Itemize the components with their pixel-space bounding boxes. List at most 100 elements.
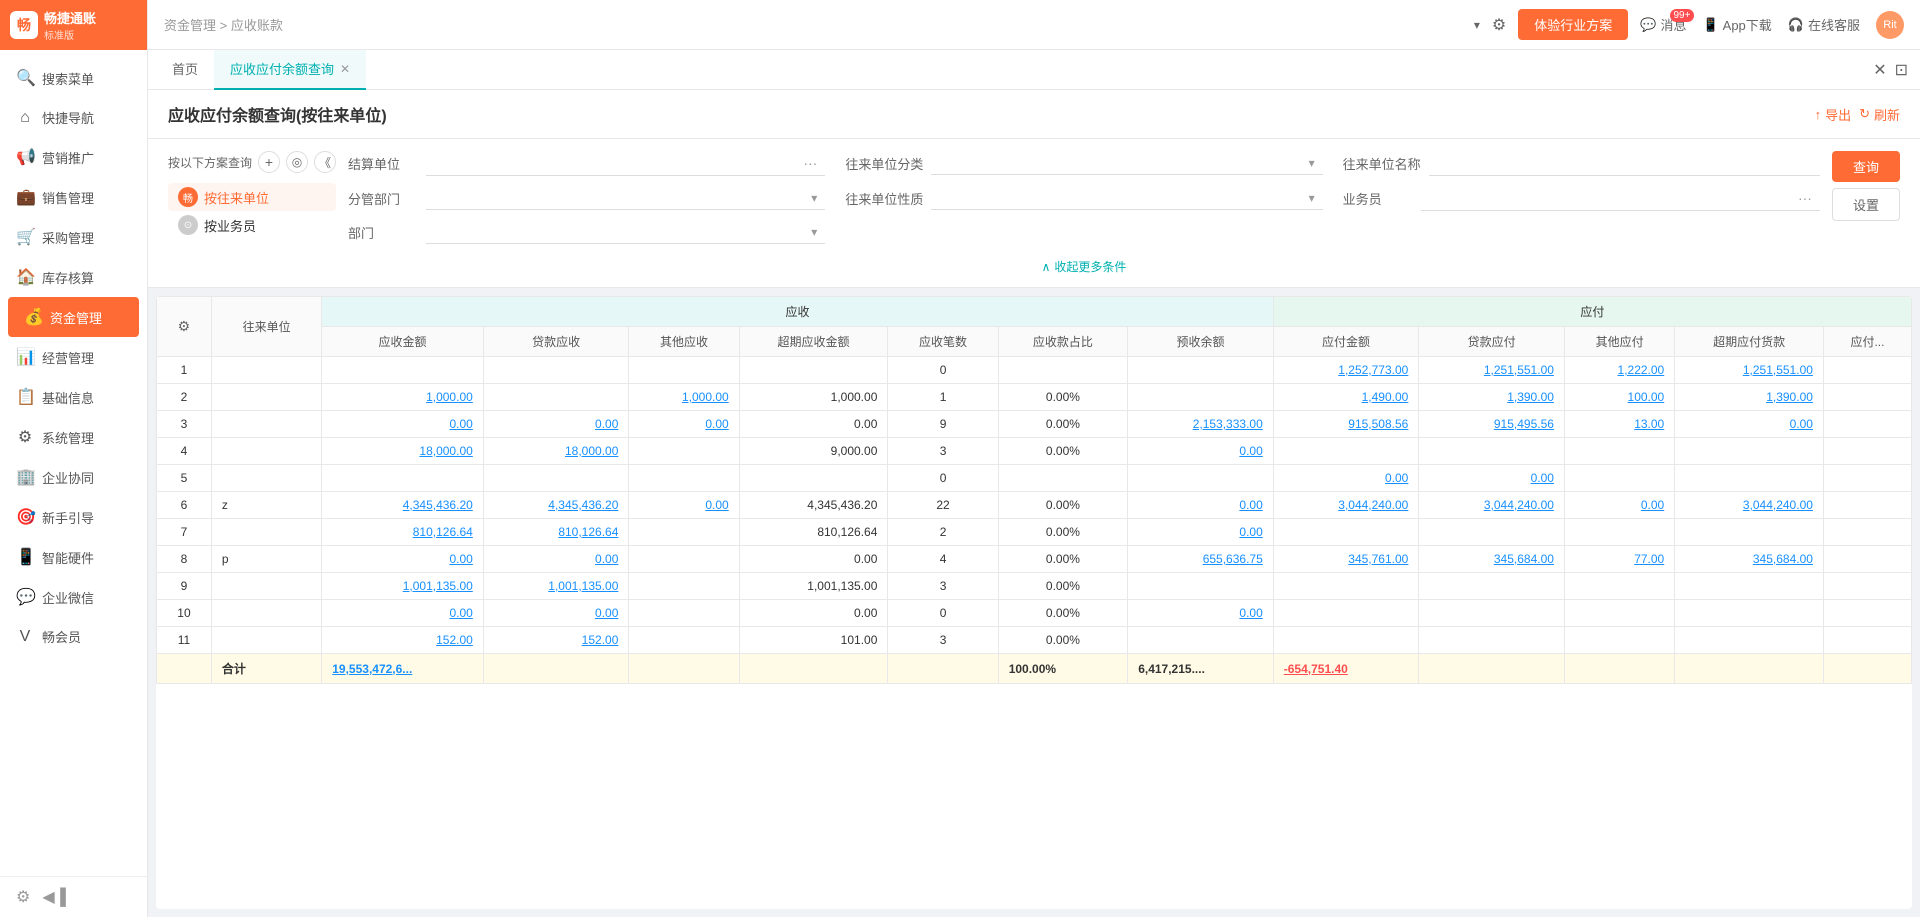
cell-link-8[interactable] bbox=[629, 573, 739, 600]
cell-link-2[interactable]: 0.00 bbox=[322, 411, 484, 438]
sidebar-item-operation[interactable]: 📊经营管理 bbox=[0, 337, 147, 377]
sidebar-item-basic[interactable]: 📋基础信息 bbox=[0, 377, 147, 417]
query-button[interactable]: 查询 bbox=[1832, 151, 1900, 182]
cell-link-5[interactable]: 3,044,240.00 bbox=[1675, 492, 1824, 519]
cell-link-1[interactable]: 1,390.00 bbox=[1675, 384, 1824, 411]
cell-link-2[interactable]: 0.00 bbox=[1675, 411, 1824, 438]
cell-link-7[interactable]: 345,684.00 bbox=[1675, 546, 1824, 573]
cell-link-7[interactable]: 655,636.75 bbox=[1128, 546, 1274, 573]
sidebar-settings-icon[interactable]: ⚙ bbox=[16, 887, 30, 907]
cell-link-5[interactable]: 4,345,436.20 bbox=[483, 492, 629, 519]
cell-link-4[interactable]: 0.00 bbox=[1273, 465, 1419, 492]
cell-link-8[interactable] bbox=[1419, 573, 1565, 600]
notification-button[interactable]: 💬 消息 99+ bbox=[1640, 15, 1686, 34]
cell-link-4[interactable] bbox=[629, 465, 739, 492]
sidebar-item-marketing[interactable]: 📢营销推广 bbox=[0, 137, 147, 177]
sidebar-item-enterprise[interactable]: 🏢企业协同 bbox=[0, 457, 147, 497]
tab-home[interactable]: 首页 bbox=[156, 50, 214, 90]
cell-link-6[interactable] bbox=[629, 519, 739, 546]
cell-link-9[interactable] bbox=[629, 600, 739, 627]
cell-link-4[interactable] bbox=[1128, 465, 1274, 492]
partner-category-select[interactable]: ▾ bbox=[931, 152, 1322, 175]
cell-link-5[interactable]: 0.00 bbox=[629, 492, 739, 519]
cell-link-10[interactable] bbox=[1675, 627, 1824, 654]
cell-link-0[interactable] bbox=[483, 357, 629, 384]
sidebar-item-purchase[interactable]: 🛒采购管理 bbox=[0, 217, 147, 257]
settlement-unit-picker[interactable]: ··· bbox=[803, 155, 817, 171]
cell-link-5[interactable]: 0.00 bbox=[1128, 492, 1274, 519]
cell-link-2[interactable]: 13.00 bbox=[1564, 411, 1674, 438]
cell-link-7[interactable]: 345,761.00 bbox=[1273, 546, 1419, 573]
cell-link-7[interactable] bbox=[629, 546, 739, 573]
promo-button[interactable]: 体验行业方案 bbox=[1518, 9, 1628, 40]
app-download-button[interactable]: 📱 App下载 bbox=[1702, 15, 1771, 34]
cell-link-0[interactable]: 1,252,773.00 bbox=[1273, 357, 1419, 384]
cell-link-2[interactable]: 915,495.56 bbox=[1419, 411, 1565, 438]
tab-expand-button[interactable]: ⊡ bbox=[1895, 60, 1908, 80]
filter-collapse-button[interactable]: 《 bbox=[314, 151, 336, 173]
cell-link-1[interactable]: 1,490.00 bbox=[1273, 384, 1419, 411]
department-select[interactable]: ▾ bbox=[426, 221, 825, 244]
cell-link-7[interactable]: 0.00 bbox=[483, 546, 629, 573]
sidebar-item-member[interactable]: V畅会员 bbox=[0, 617, 147, 656]
cell-link-6[interactable]: 0.00 bbox=[1128, 519, 1274, 546]
partner-nature-select[interactable]: ▾ bbox=[931, 187, 1322, 210]
sidebar-collapse-icon[interactable]: ◀▐ bbox=[42, 887, 66, 907]
filter-collapse-toggle[interactable]: ∧ 收起更多条件 bbox=[1042, 258, 1127, 275]
cell-link-9[interactable] bbox=[1419, 600, 1565, 627]
export-button[interactable]: ↑ 导出 bbox=[1815, 105, 1852, 124]
sidebar-item-wechat[interactable]: 💬企业微信 bbox=[0, 577, 147, 617]
partner-name-input[interactable] bbox=[1429, 152, 1820, 176]
cell-link-1[interactable]: 100.00 bbox=[1564, 384, 1674, 411]
cell-link-5[interactable]: 3,044,240.00 bbox=[1273, 492, 1419, 519]
cell-link-8[interactable]: 1,001,135.00 bbox=[322, 573, 484, 600]
cell-link-9[interactable] bbox=[1675, 600, 1824, 627]
total-receivable-amount[interactable]: 19,553,472,6... bbox=[322, 654, 484, 684]
sidebar-item-system[interactable]: ⚙系统管理 bbox=[0, 417, 147, 457]
cell-link-7[interactable]: 0.00 bbox=[322, 546, 484, 573]
cell-link-0[interactable] bbox=[1128, 357, 1274, 384]
cell-link-5[interactable]: 3,044,240.00 bbox=[1419, 492, 1565, 519]
sidebar-item-hardware[interactable]: 📱智能硬件 bbox=[0, 537, 147, 577]
cell-link-3[interactable]: 0.00 bbox=[1128, 438, 1274, 465]
cell-link-10[interactable] bbox=[1564, 627, 1674, 654]
cell-link-8[interactable]: 1,001,135.00 bbox=[483, 573, 629, 600]
cell-link-7[interactable]: 345,684.00 bbox=[1419, 546, 1565, 573]
settings-button[interactable]: 设置 bbox=[1832, 188, 1900, 221]
cell-link-9[interactable] bbox=[1273, 600, 1419, 627]
cell-link-10[interactable] bbox=[1128, 627, 1274, 654]
cell-link-0[interactable] bbox=[629, 357, 739, 384]
cell-link-4[interactable] bbox=[483, 465, 629, 492]
header-dropdown[interactable]: ▾ bbox=[1474, 18, 1480, 32]
cell-link-0[interactable]: 1,251,551.00 bbox=[1419, 357, 1565, 384]
cell-link-7[interactable]: 77.00 bbox=[1564, 546, 1674, 573]
cell-link-8[interactable] bbox=[1564, 573, 1674, 600]
table-settings-icon[interactable]: ⚙ bbox=[178, 318, 191, 334]
cell-link-1[interactable]: 1,390.00 bbox=[1419, 384, 1565, 411]
sidebar-item-search-menu[interactable]: 🔍搜索菜单 bbox=[0, 58, 147, 98]
cell-link-9[interactable] bbox=[1564, 600, 1674, 627]
cell-link-8[interactable] bbox=[1273, 573, 1419, 600]
header-gear-icon[interactable]: ⚙ bbox=[1492, 15, 1506, 35]
cell-link-10[interactable] bbox=[1419, 627, 1565, 654]
cell-link-3[interactable] bbox=[1419, 438, 1565, 465]
cell-link-6[interactable]: 810,126.64 bbox=[322, 519, 484, 546]
cell-link-5[interactable]: 4,345,436.20 bbox=[322, 492, 484, 519]
cell-link-6[interactable] bbox=[1419, 519, 1565, 546]
user-avatar[interactable]: Rit bbox=[1876, 11, 1904, 39]
cell-link-9[interactable]: 0.00 bbox=[322, 600, 484, 627]
cell-link-10[interactable]: 152.00 bbox=[483, 627, 629, 654]
online-service-button[interactable]: 🎧 在线客服 bbox=[1788, 15, 1860, 34]
cell-link-3[interactable] bbox=[1273, 438, 1419, 465]
cell-link-9[interactable]: 0.00 bbox=[1128, 600, 1274, 627]
cell-link-1[interactable] bbox=[483, 384, 629, 411]
cell-link-4[interactable] bbox=[1675, 465, 1824, 492]
cell-link-3[interactable]: 18,000.00 bbox=[322, 438, 484, 465]
sidebar-item-quick-nav[interactable]: ⌂快捷导航 bbox=[0, 98, 147, 137]
cell-link-6[interactable] bbox=[1675, 519, 1824, 546]
cell-link-1[interactable]: 1,000.00 bbox=[629, 384, 739, 411]
cell-link-0[interactable]: 1,222.00 bbox=[1564, 357, 1674, 384]
tab-close-icon[interactable]: ✕ bbox=[340, 62, 350, 76]
cell-link-0[interactable] bbox=[322, 357, 484, 384]
sidebar-item-guide[interactable]: 🎯新手引导 bbox=[0, 497, 147, 537]
